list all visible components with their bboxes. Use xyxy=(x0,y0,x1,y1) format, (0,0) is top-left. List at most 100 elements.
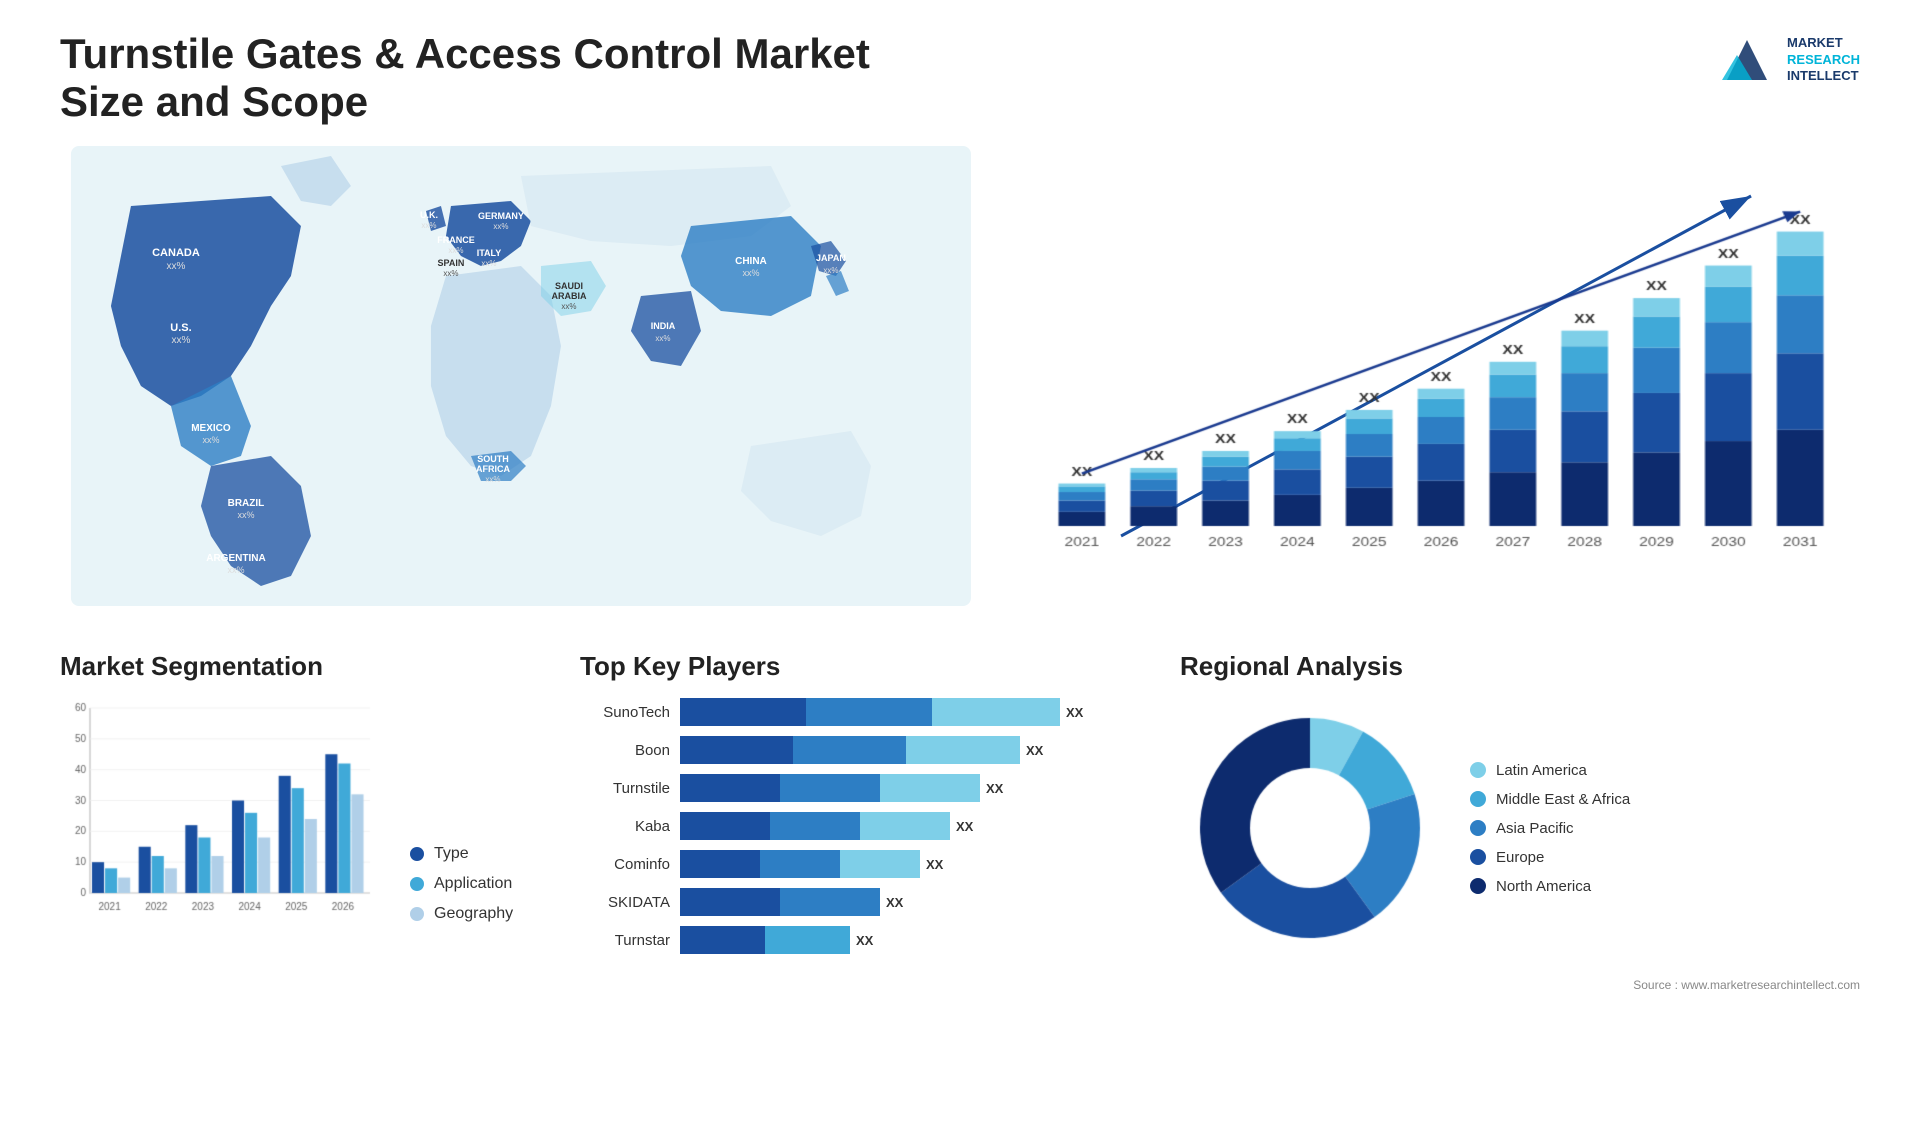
bottom-section: Market Segmentation Type Application Geogr… xyxy=(60,651,1860,992)
svg-text:xx%: xx% xyxy=(481,259,496,268)
regional-legend-item: Asia Pacific xyxy=(1470,820,1630,837)
page-title: Turnstile Gates & Access Control Market … xyxy=(60,30,960,126)
seg-legend: Type Application Geography xyxy=(410,845,513,923)
regional-legend-label: Latin America xyxy=(1496,762,1587,779)
svg-text:SAUDI: SAUDI xyxy=(555,281,583,291)
player-name: Turnstile xyxy=(580,780,670,797)
legend-dot xyxy=(410,877,424,891)
player-bar xyxy=(680,926,850,954)
svg-text:CHINA: CHINA xyxy=(735,256,767,267)
bar-chart-canvas xyxy=(1022,166,1860,566)
regional-legend-dot xyxy=(1470,820,1486,836)
player-bar-track: XX xyxy=(680,698,1140,726)
player-bar-value: XX xyxy=(886,895,903,910)
player-bar xyxy=(680,698,1060,726)
legend-label: Geography xyxy=(434,905,513,923)
svg-text:xx%: xx% xyxy=(485,475,500,484)
regional-legend: Latin America Middle East & Africa Asia Pa… xyxy=(1470,762,1630,895)
players-title: Top Key Players xyxy=(580,651,1140,682)
regional-legend-dot xyxy=(1470,791,1486,807)
player-bar-value: XX xyxy=(926,857,943,872)
player-bar-track: XX xyxy=(680,850,1140,878)
svg-text:xx%: xx% xyxy=(227,565,244,575)
logo-line1: MARKET xyxy=(1787,35,1860,52)
donut-chart xyxy=(1180,698,1440,958)
player-bar xyxy=(680,812,950,840)
svg-text:JAPAN: JAPAN xyxy=(816,253,846,263)
player-name: Kaba xyxy=(580,818,670,835)
logo-line2: RESEARCH xyxy=(1787,52,1860,69)
player-bar-value: XX xyxy=(856,933,873,948)
player-row: TurnstarXX xyxy=(580,926,1140,954)
svg-text:SOUTH: SOUTH xyxy=(477,454,509,464)
donut-canvas xyxy=(1180,698,1440,958)
legend-item: Type xyxy=(410,845,513,863)
player-bar-track: XX xyxy=(680,736,1140,764)
regional-legend-label: Europe xyxy=(1496,849,1544,866)
player-bar-track: XX xyxy=(680,774,1140,802)
source-text: Source : www.marketresearchintellect.com xyxy=(1180,978,1860,992)
svg-text:AFRICA: AFRICA xyxy=(476,464,510,474)
svg-text:CANADA: CANADA xyxy=(152,247,200,259)
player-name: Cominfo xyxy=(580,856,670,873)
regional-legend-item: Europe xyxy=(1470,849,1630,866)
player-row: SunoTechXX xyxy=(580,698,1140,726)
svg-text:xx%: xx% xyxy=(448,246,463,255)
svg-text:ARABIA: ARABIA xyxy=(551,291,586,301)
logo-text: MARKET RESEARCH INTELLECT xyxy=(1787,35,1860,86)
regional-legend-dot xyxy=(1470,878,1486,894)
seg-chart-area: Type Application Geography xyxy=(60,698,540,923)
svg-text:GERMANY: GERMANY xyxy=(478,211,524,221)
svg-text:xx%: xx% xyxy=(561,302,576,311)
player-bar-track: XX xyxy=(680,926,1140,954)
player-name: Boon xyxy=(580,742,670,759)
world-map-svg: CANADA xx% U.S. xx% MEXICO xx% BRAZIL xx… xyxy=(60,146,982,606)
segmentation-title: Market Segmentation xyxy=(60,651,540,682)
logo-icon xyxy=(1717,30,1777,90)
bar-chart-container xyxy=(1022,146,1860,606)
svg-text:ITALY: ITALY xyxy=(477,248,502,258)
svg-text:xx%: xx% xyxy=(742,268,759,278)
svg-text:U.S.: U.S. xyxy=(170,322,191,334)
player-name: SKIDATA xyxy=(580,894,670,911)
svg-text:MEXICO: MEXICO xyxy=(191,423,231,434)
player-bar xyxy=(680,736,1020,764)
legend-dot xyxy=(410,907,424,921)
player-bar-track: XX xyxy=(680,812,1140,840)
players-list: SunoTechXX Boon XX Turnstile XX Kaba XX Cominfo… xyxy=(580,698,1140,954)
player-bar xyxy=(680,774,980,802)
svg-text:xx%: xx% xyxy=(172,335,191,346)
segmentation-container: Market Segmentation Type Application Geogr… xyxy=(60,651,540,923)
svg-text:INDIA: INDIA xyxy=(651,321,676,331)
svg-text:xx%: xx% xyxy=(421,221,436,230)
player-row: Boon XX xyxy=(580,736,1140,764)
logo-area: MARKET RESEARCH INTELLECT xyxy=(1717,30,1860,90)
svg-text:xx%: xx% xyxy=(202,435,219,445)
player-bar-track: XX xyxy=(680,888,1140,916)
legend-item: Geography xyxy=(410,905,513,923)
segmentation-canvas xyxy=(60,698,380,918)
svg-text:xx%: xx% xyxy=(167,261,186,272)
legend-dot xyxy=(410,847,424,861)
svg-text:xx%: xx% xyxy=(655,334,670,343)
svg-text:ARGENTINA: ARGENTINA xyxy=(206,553,265,564)
player-bar xyxy=(680,850,920,878)
player-bar-value: XX xyxy=(956,819,973,834)
player-bar-value: XX xyxy=(1026,743,1043,758)
player-row: Kaba XX xyxy=(580,812,1140,840)
svg-text:xx%: xx% xyxy=(237,510,254,520)
regional-title: Regional Analysis xyxy=(1180,651,1860,682)
regional-legend-label: Asia Pacific xyxy=(1496,820,1574,837)
svg-text:U.K.: U.K. xyxy=(420,210,438,220)
legend-item: Application xyxy=(410,875,513,893)
regional-inner: Latin America Middle East & Africa Asia Pa… xyxy=(1180,698,1860,958)
map-container: CANADA xx% U.S. xx% MEXICO xx% BRAZIL xx… xyxy=(60,146,982,611)
header: Turnstile Gates & Access Control Market … xyxy=(60,30,1860,126)
player-bar-value: XX xyxy=(986,781,1003,796)
regional-legend-item: Middle East & Africa xyxy=(1470,791,1630,808)
legend-label: Application xyxy=(434,875,512,893)
svg-text:BRAZIL: BRAZIL xyxy=(228,498,265,509)
svg-text:xx%: xx% xyxy=(493,222,508,231)
regional-legend-dot xyxy=(1470,762,1486,778)
player-row: Turnstile XX xyxy=(580,774,1140,802)
